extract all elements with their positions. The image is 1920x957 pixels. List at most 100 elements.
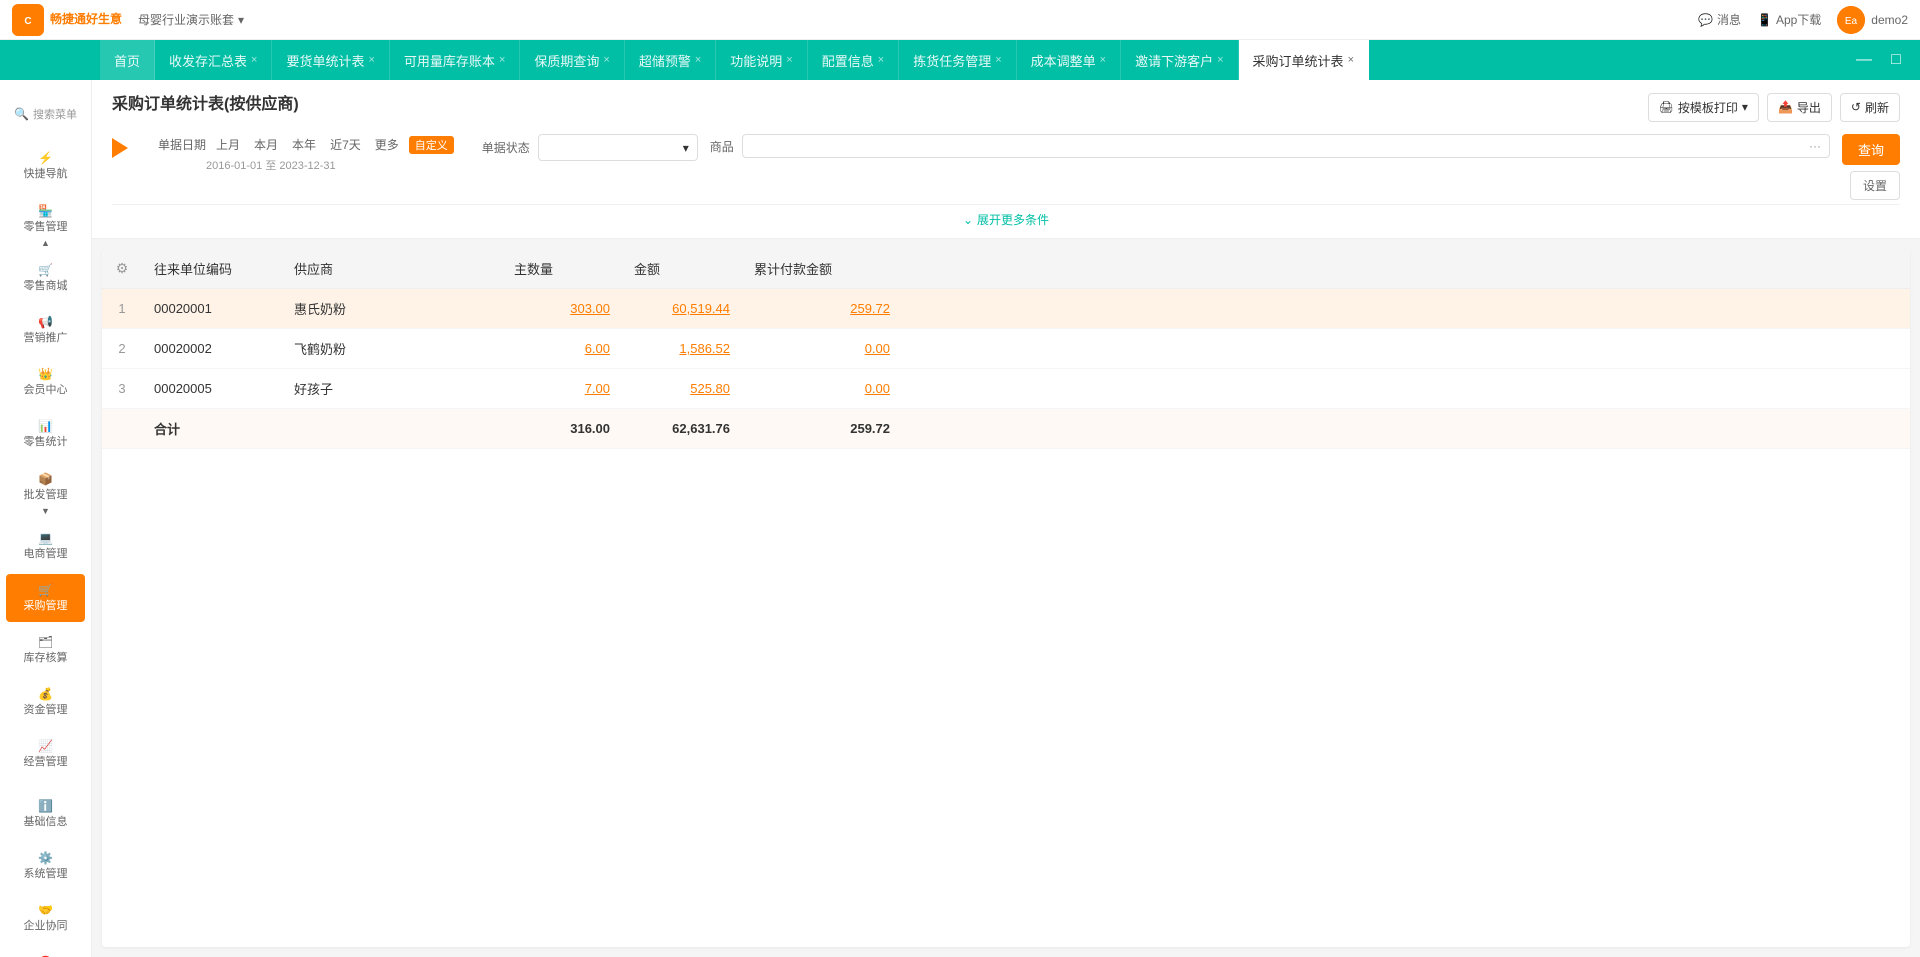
sidebar-item-wholesale[interactable]: 📦 批发管理 ▼ (6, 470, 85, 518)
marketing-icon: 📢 (38, 315, 53, 329)
close-icon[interactable]: × (368, 54, 374, 66)
footer-paid: 259.72 (742, 409, 902, 449)
filter-toggle[interactable] (112, 138, 136, 158)
query-button[interactable]: 查询 (1842, 134, 1900, 165)
shortcut-7days[interactable]: 近7天 (326, 134, 365, 155)
paid-link[interactable]: 0.00 (865, 341, 890, 356)
tab-pick-task[interactable]: 拣货任务管理 × (899, 40, 1016, 80)
settings-icon[interactable]: ⚙ (116, 260, 129, 277)
row-amount: 60,519.44 (622, 289, 742, 329)
goods-input[interactable]: ··· (742, 134, 1830, 158)
sidebar-purchase-label: 采购管理 (24, 600, 68, 613)
refresh-icon: ↺ (1851, 100, 1861, 114)
row-code: 00020005 (142, 369, 282, 409)
minimize-icon[interactable]: — (1852, 48, 1876, 72)
qty-link[interactable]: 6.00 (585, 341, 610, 356)
sidebar-item-inventory[interactable]: 🗂 库存核算 (6, 626, 85, 674)
amount-link[interactable]: 1,586.52 (679, 341, 730, 356)
goods-filter-label: 商品 (710, 138, 734, 155)
sidebar-item-system[interactable]: ⚙️ 系统管理 (6, 842, 85, 890)
shortcut-this-month[interactable]: 本月 (250, 134, 282, 155)
top-bar-left: C 畅捷通好生意 母婴行业演示账套 ▾ (12, 4, 252, 36)
export-button[interactable]: 📤 导出 (1767, 93, 1832, 122)
sidebar-item-newbie[interactable]: 🎯 新手引导 (6, 946, 85, 957)
tab-overstock[interactable]: 超储预警 × (625, 40, 716, 80)
system-icon: ⚙️ (38, 851, 53, 865)
row-supplier: 好孩子 (282, 369, 502, 409)
tab-purchase-stat[interactable]: 采购订单统计表 × (1239, 40, 1369, 80)
chevron-down-icon: ▾ (683, 141, 689, 155)
logo-area: C 畅捷通好生意 (12, 4, 122, 36)
close-icon[interactable]: × (995, 54, 1001, 66)
amount-link[interactable]: 60,519.44 (672, 301, 730, 316)
sidebar-operation-label: 经营管理 (24, 756, 68, 769)
shortcut-this-year[interactable]: 本年 (288, 134, 320, 155)
maximize-icon[interactable]: □ (1884, 48, 1908, 72)
workspace-selector[interactable]: 母婴行业演示账套 ▾ (130, 7, 252, 32)
sidebar-item-operation[interactable]: 📈 经营管理 (6, 730, 85, 778)
table-row: 3 00020005 好孩子 7.00 525.80 0.00 (102, 369, 1910, 409)
tab-available-stock[interactable]: 可用量库存账本 × (390, 40, 520, 80)
sidebar-item-collab[interactable]: 🤝 企业协同 (6, 894, 85, 942)
expand-button[interactable]: ⌄ 展开更多条件 (963, 211, 1049, 228)
chevron-down-icon: ⌄ (963, 213, 973, 227)
page-title: 采购订单统计表(按供应商) (112, 90, 299, 114)
sidebar-item-ecommerce[interactable]: 💻 电商管理 (6, 522, 85, 570)
tab-order-stat[interactable]: 要货单统计表 × (272, 40, 389, 80)
row-paid: 0.00 (742, 329, 902, 369)
wholesale-icon: 📦 (38, 472, 53, 486)
close-icon[interactable]: × (1217, 54, 1223, 66)
paid-link[interactable]: 0.00 (865, 381, 890, 396)
sidebar-item-member[interactable]: 👑 会员中心 (6, 358, 85, 406)
close-icon[interactable]: × (878, 54, 884, 66)
row-paid: 259.72 (742, 289, 902, 329)
tab-label: 可用量库存账本 (404, 51, 495, 70)
row-amount: 525.80 (622, 369, 742, 409)
sidebar-item-marketing[interactable]: 📢 营销推广 (6, 306, 85, 354)
sidebar-item-retail[interactable]: 🏪 零售管理 ▲ (6, 202, 85, 250)
sidebar-item-basic[interactable]: ℹ️ 基础信息 (6, 790, 85, 838)
tab-home[interactable]: 首页 (100, 40, 155, 80)
close-icon[interactable]: × (1100, 54, 1106, 66)
qty-link[interactable]: 303.00 (570, 301, 610, 316)
operation-icon: 📈 (38, 739, 53, 753)
shortcut-last-month[interactable]: 上月 (212, 134, 244, 155)
paid-link[interactable]: 259.72 (850, 301, 890, 316)
settings-button[interactable]: 设置 (1850, 171, 1900, 200)
date-range: 2016-01-01 至 2023-12-31 (206, 157, 454, 173)
shortcut-more[interactable]: 更多 (371, 134, 403, 155)
sidebar-item-purchase[interactable]: 🛒 采购管理 (6, 574, 85, 622)
close-icon[interactable]: × (603, 54, 609, 66)
close-icon[interactable]: × (695, 54, 701, 66)
tab-cost-adjust[interactable]: 成本调整单 × (1017, 40, 1121, 80)
message-action[interactable]: 💬 消息 (1698, 11, 1741, 28)
close-icon[interactable]: × (499, 54, 505, 66)
sidebar-item-retail-stat[interactable]: 📊 零售统计 (6, 410, 85, 458)
status-select[interactable]: ▾ (538, 134, 698, 161)
amount-link[interactable]: 525.80 (690, 381, 730, 396)
close-icon[interactable]: × (251, 54, 257, 66)
date-filter-label: 单据日期 (158, 136, 206, 153)
sidebar-item-mall[interactable]: 🛒 零售商城 (6, 254, 85, 302)
more-icon[interactable]: ··· (1809, 139, 1821, 153)
sidebar-item-finance[interactable]: 💰 资金管理 (6, 678, 85, 726)
sidebar-mall-label: 零售商城 (24, 280, 68, 293)
sidebar-item-quicknav[interactable]: ⚡ 快捷导航 (6, 142, 85, 190)
tab-config[interactable]: 配置信息 × (808, 40, 899, 80)
close-icon[interactable]: × (1348, 54, 1354, 66)
ecommerce-icon: 💻 (38, 531, 53, 545)
tab-quality[interactable]: 保质期查询 × (520, 40, 624, 80)
refresh-button[interactable]: ↺ 刷新 (1840, 93, 1900, 122)
app-download-action[interactable]: 📱 App下载 (1757, 11, 1821, 28)
tab-invite-downstream[interactable]: 邀请下游客户 × (1121, 40, 1238, 80)
footer-empty (102, 409, 142, 449)
row-supplier: 惠氏奶粉 (282, 289, 502, 329)
sidebar-item-search[interactable]: 🔍 搜索菜单 (6, 90, 85, 138)
qty-link[interactable]: 7.00 (585, 381, 610, 396)
tab-receive-send[interactable]: 收发存汇总表 × (155, 40, 272, 80)
tab-function[interactable]: 功能说明 × (716, 40, 807, 80)
print-button[interactable]: 🖨 按模板打印 ▾ (1648, 93, 1759, 122)
close-icon[interactable]: × (786, 54, 792, 66)
user-area[interactable]: Ea demo2 (1837, 6, 1908, 34)
logo-icon: C (12, 4, 44, 36)
